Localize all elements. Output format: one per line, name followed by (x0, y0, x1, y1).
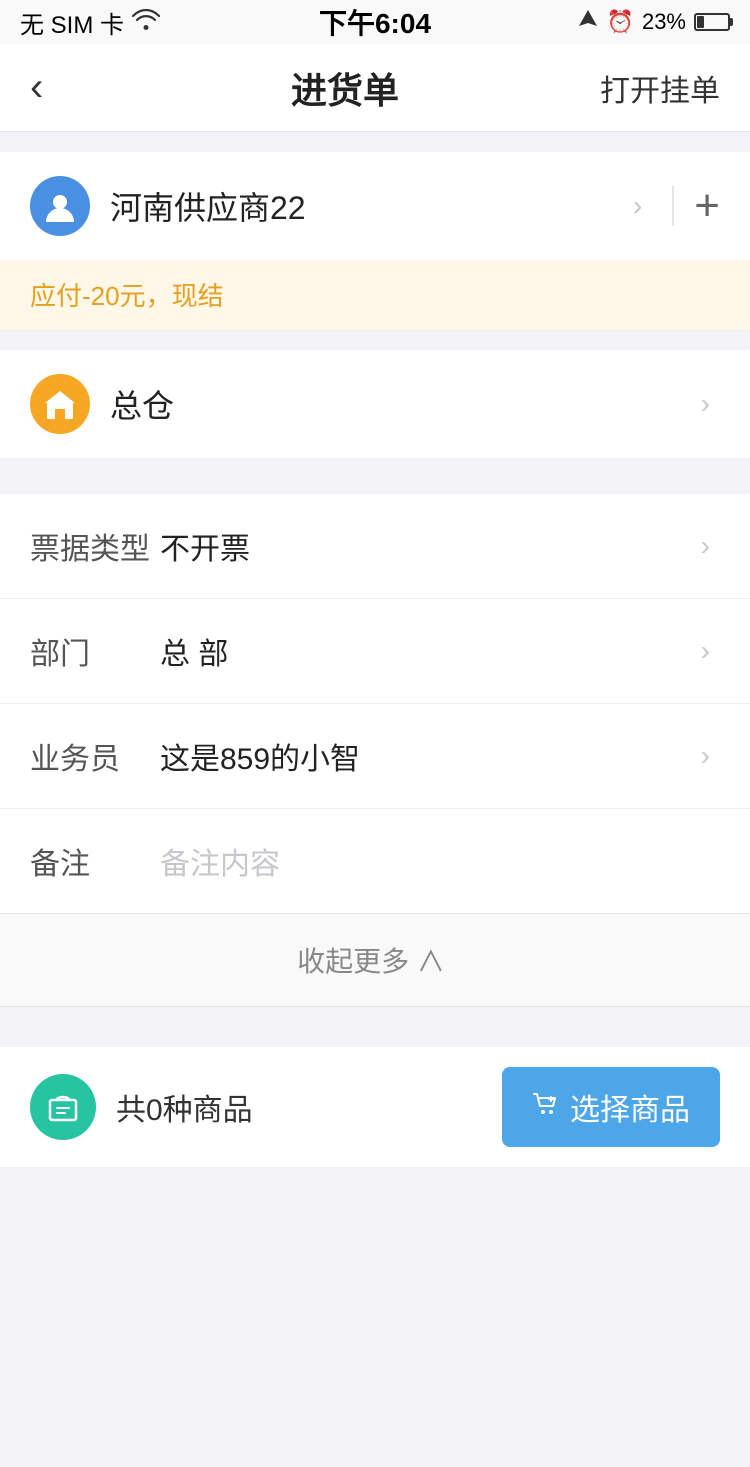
status-left: 无 SIM 卡 (20, 5, 160, 40)
select-product-button[interactable]: 选择商品 (502, 1067, 720, 1147)
gap-2 (0, 329, 750, 349)
product-bar: 共0种商品 选择商品 (0, 1047, 750, 1167)
remark-row[interactable]: 备注 备注内容 (0, 809, 750, 913)
page-background (0, 1167, 750, 1467)
supplier-avatar (30, 176, 90, 236)
remark-input[interactable]: 备注内容 (160, 839, 720, 883)
department-label: 部门 (30, 629, 160, 673)
product-count-label: 共0种商品 (116, 1085, 502, 1129)
warehouse-section: 总仓 › (0, 349, 750, 458)
battery-percent: 23% (642, 9, 686, 35)
cart-icon (532, 1090, 560, 1125)
salesperson-row[interactable]: 业务员 这是859的小智 › (0, 704, 750, 809)
warehouse-icon (30, 374, 90, 434)
collapse-row[interactable]: 收起更多 ∧ (0, 913, 750, 1007)
salesperson-chevron-icon: › (701, 740, 710, 772)
notice-banner: 应付-20元，现结 (0, 260, 750, 329)
collapse-label: 收起更多 ∧ (297, 940, 445, 980)
gap-1 (0, 132, 750, 152)
back-button[interactable]: ‹ (30, 65, 90, 110)
warehouse-chevron-icon: › (701, 388, 710, 420)
select-product-label: 选择商品 (570, 1085, 690, 1129)
page-title: 进货单 (291, 62, 399, 114)
carrier-text: 无 SIM 卡 (20, 5, 124, 40)
department-chevron-icon: › (701, 635, 710, 667)
supplier-name: 河南供应商22 (110, 183, 633, 229)
location-icon (577, 8, 599, 36)
gap-4 (0, 1007, 750, 1027)
gap-3 (0, 458, 750, 478)
warehouse-label: 总仓 (110, 381, 701, 427)
status-right: ⏰ 23% (577, 8, 730, 36)
department-value: 总 部 (160, 629, 701, 673)
supplier-chevron-icon: › (633, 190, 642, 222)
open-pending-button[interactable]: 打开挂单 (600, 66, 720, 110)
nav-bar: ‹ 进货单 打开挂单 (0, 44, 750, 132)
wifi-icon (132, 8, 160, 37)
product-icon (30, 1074, 96, 1140)
supplier-section: 河南供应商22 › + 应付-20元，现结 (0, 152, 750, 329)
remark-label: 备注 (30, 839, 160, 883)
battery-icon (694, 13, 730, 31)
status-bar: 无 SIM 卡 下午6:04 ⏰ 23% (0, 0, 750, 44)
invoice-type-value: 不开票 (160, 524, 701, 568)
alarm-icon: ⏰ (607, 9, 634, 35)
supplier-row[interactable]: 河南供应商22 › + (0, 152, 750, 260)
salesperson-value: 这是859的小智 (160, 734, 701, 778)
time-display: 下午6:04 (319, 2, 431, 42)
add-supplier-button[interactable]: + (694, 184, 720, 228)
invoice-type-chevron-icon: › (701, 530, 710, 562)
warehouse-row[interactable]: 总仓 › (0, 349, 750, 458)
department-row[interactable]: 部门 总 部 › (0, 599, 750, 704)
supplier-divider (672, 186, 674, 226)
form-section: 票据类型 不开票 › 部门 总 部 › 业务员 这是859的小智 › 备注 备注… (0, 494, 750, 913)
invoice-type-label: 票据类型 (30, 524, 160, 568)
salesperson-label: 业务员 (30, 734, 160, 778)
invoice-type-row[interactable]: 票据类型 不开票 › (0, 494, 750, 599)
